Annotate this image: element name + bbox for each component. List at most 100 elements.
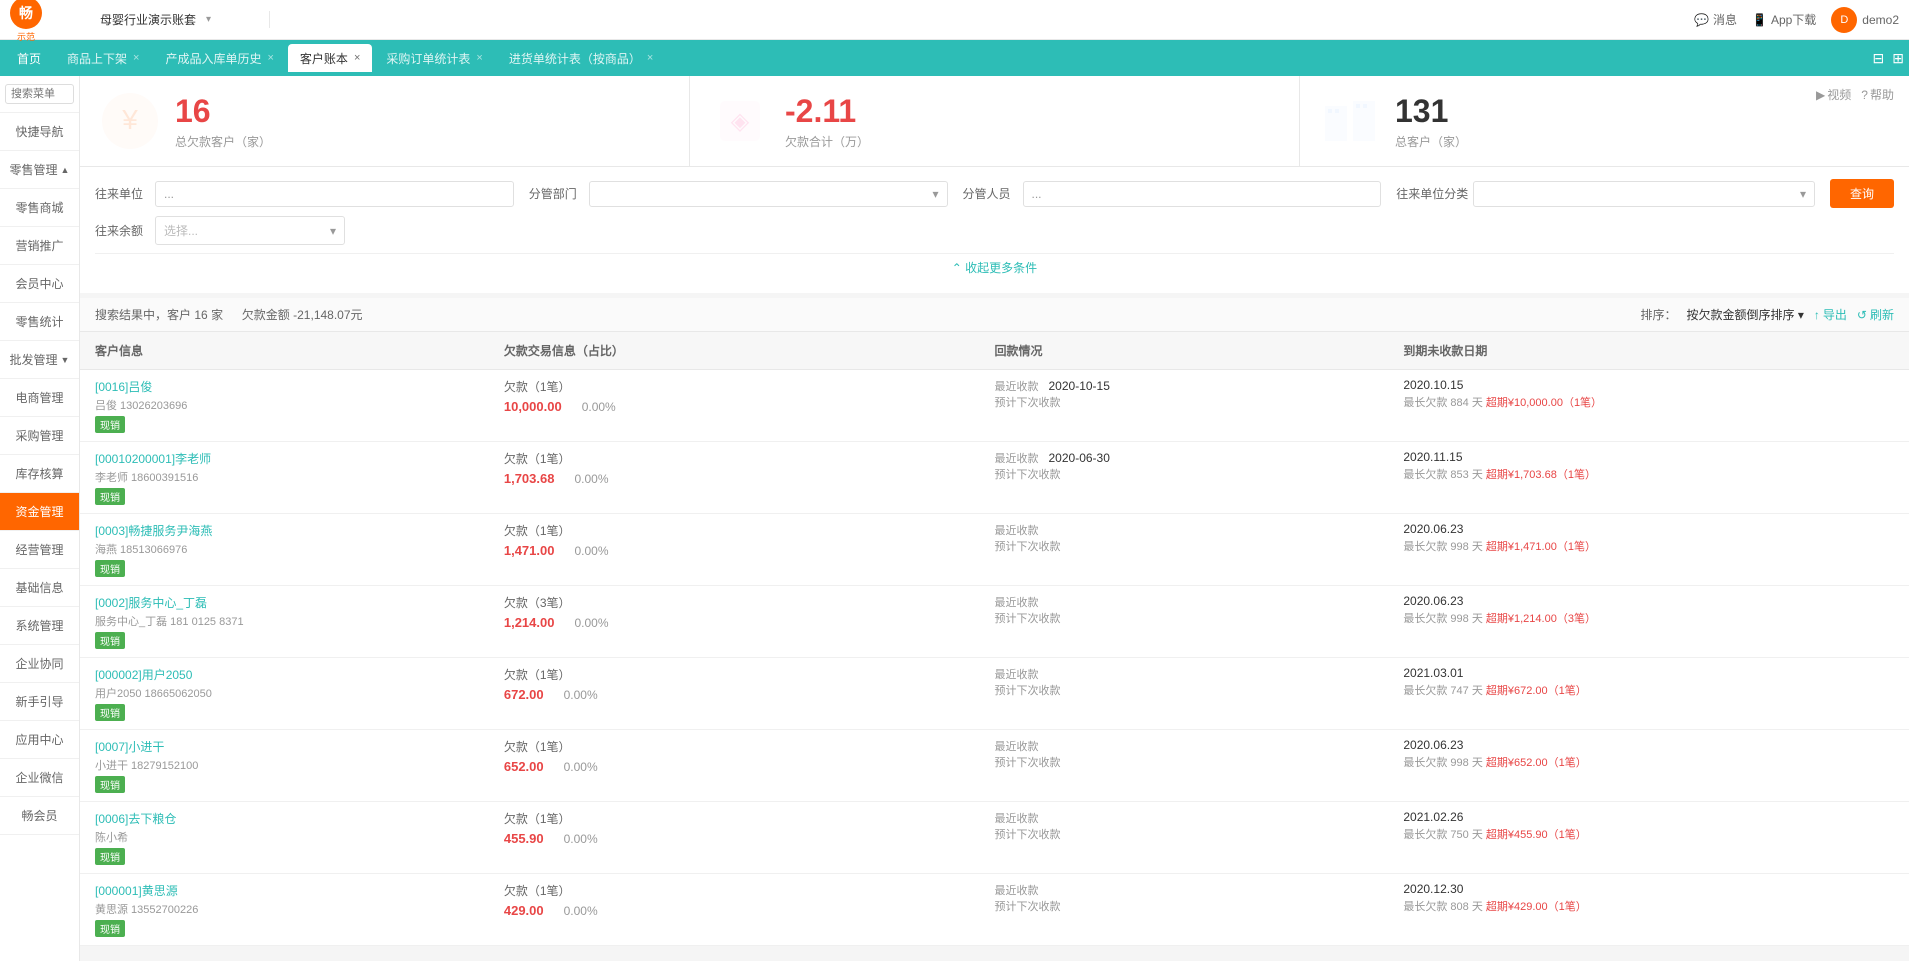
debt-info-yin: 欠款（1笔） 1,471.00 0.00%: [504, 522, 995, 558]
tab-purchase-order-close[interactable]: ×: [476, 52, 482, 64]
customer-info-lao: [00010200001]李老师 李老师 18600391516 现销: [95, 450, 504, 505]
overdue-link-0016[interactable]: 超期¥10,000.00（1笔）: [1486, 397, 1602, 409]
debt-ratio-lao: 0.00%: [574, 472, 608, 486]
tab-product-history-close[interactable]: ×: [267, 52, 273, 64]
table: 客户信息 欠款交易信息（占比） 回款情况 到期未收款日期 [0016]吕俊 吕俊…: [80, 332, 1909, 946]
filter-from-unit-input[interactable]: ...: [155, 181, 514, 207]
overdue-link-2050[interactable]: 超期¥672.00（1笔）: [1486, 685, 1587, 697]
sidebar-item-newbie[interactable]: 新手引导: [0, 683, 79, 721]
result-prefix: 搜索结果中，客户: [95, 308, 191, 322]
filter-department: 分管部门 ▾: [529, 181, 948, 207]
message-btn[interactable]: 💬 消息: [1694, 11, 1737, 28]
search-input[interactable]: [5, 84, 74, 104]
customer-name-jing[interactable]: [0007]小进干: [95, 738, 504, 755]
filter-manager: 分管人员 ...: [963, 181, 1382, 207]
sidebar-item-batch-mgmt[interactable]: 批发管理 ▼: [0, 341, 79, 379]
stat-total-customers: 131 总客户（家） ▶视频 ?帮助: [1300, 76, 1909, 166]
download-label: App下载: [1771, 11, 1816, 28]
sidebar-item-member[interactable]: 会员中心: [0, 265, 79, 303]
sidebar-item-marketing[interactable]: 营销推广: [0, 227, 79, 265]
sidebar-item-warehouse[interactable]: 库存核算: [0, 455, 79, 493]
overdue-detail-0016: 最长欠款 884 天 超期¥10,000.00（1笔）: [1403, 394, 1894, 410]
video-link[interactable]: ▶视频: [1816, 86, 1851, 103]
logo-subtext: 示范: [17, 30, 35, 43]
collapse-bar[interactable]: ⌃ 收起更多条件: [95, 253, 1894, 281]
sidebar-item-retail-mgmt[interactable]: 零售管理 ▲: [0, 151, 79, 189]
tab-customer-account-close[interactable]: ×: [354, 52, 360, 64]
stat-debt-amount-value: -2.11: [785, 93, 869, 130]
svg-text:◈: ◈: [731, 108, 750, 135]
sidebar-item-quick-nav[interactable]: 快捷导航: [0, 113, 79, 151]
repay-date-0016: 2020-10-15: [1049, 379, 1110, 393]
app-name: 母婴行业演示账套: [100, 11, 196, 28]
sidebar-item-ecommerce[interactable]: 电商管理: [0, 379, 79, 417]
export-btn[interactable]: ↑ 导出: [1814, 306, 1847, 323]
stat-debt-icon: ¥: [100, 91, 160, 151]
sidebar-search-container: [0, 76, 79, 113]
user-menu[interactable]: D demo2: [1831, 7, 1899, 33]
finance-label: 资金管理: [5, 503, 74, 520]
sidebar-item-enterprise-wx[interactable]: 企业微信: [0, 759, 79, 797]
sidebar-item-retail-stats[interactable]: 零售统计: [0, 303, 79, 341]
customer-name-2050[interactable]: [000002]用户2050: [95, 666, 504, 683]
sidebar-item-basic-info[interactable]: 基础信息: [0, 569, 79, 607]
overdue-link-huang[interactable]: 超期¥429.00（1笔）: [1486, 901, 1587, 913]
customer-name-chen[interactable]: [0006]去下粮仓: [95, 810, 504, 827]
filter-department-label: 分管部门: [529, 185, 584, 202]
overdue-link-ding[interactable]: 超期¥1,214.00（3笔）: [1486, 613, 1596, 625]
filter-area: 往来单位 ... 分管部门 ▾ 分管人员 ...: [80, 167, 1909, 293]
sidebar-item-system[interactable]: 系统管理: [0, 607, 79, 645]
debt-row-0016: 10,000.00 0.00%: [504, 399, 995, 414]
customer-name-lao[interactable]: [00010200001]李老师: [95, 450, 504, 467]
overdue-link-jing[interactable]: 超期¥652.00（1笔）: [1486, 757, 1587, 769]
filter-balance-select[interactable]: 选择... ▾: [155, 216, 345, 245]
sidebar-item-retail-mall[interactable]: 零售商城: [0, 189, 79, 227]
filter-department-select[interactable]: ▾: [589, 181, 948, 207]
customer-name-yin[interactable]: [0003]畅捷服务尹海燕: [95, 522, 504, 539]
sidebar-item-app-center[interactable]: 应用中心: [0, 721, 79, 759]
overdue-link-yin[interactable]: 超期¥1,471.00（1笔）: [1486, 541, 1596, 553]
customer-name-ding[interactable]: [0002]服务中心_丁磊: [95, 594, 504, 611]
filter-balance: 往来余额 选择... ▾: [95, 216, 345, 245]
tab-stock-stats-close[interactable]: ×: [647, 52, 653, 64]
tab-customer-account[interactable]: 客户账本 ×: [288, 44, 372, 72]
overdue-link-lao[interactable]: 超期¥1,703.68（1笔）: [1486, 469, 1596, 481]
debt-count-yin: 欠款（1笔）: [504, 522, 995, 539]
filter-unit-type-select[interactable]: ▾: [1473, 181, 1815, 207]
tab-product-history[interactable]: 产成品入库单历史 ×: [153, 44, 285, 72]
customer-tag-lao: 现销: [95, 488, 125, 505]
tab-purchase-order[interactable]: 采购订单统计表 ×: [374, 44, 494, 72]
tab-product-off[interactable]: 商品上下架 ×: [55, 44, 151, 72]
tab-collapse-icon[interactable]: ⊟: [1873, 50, 1885, 67]
sidebar-item-member-vip[interactable]: 畅会员: [0, 797, 79, 835]
tab-expand-icon[interactable]: ⊞: [1892, 50, 1904, 67]
sidebar-item-enterprise[interactable]: 企业协同: [0, 645, 79, 683]
help-link[interactable]: ?帮助: [1861, 86, 1894, 103]
sidebar-item-finance[interactable]: 资金管理: [0, 493, 79, 531]
customer-info-0016: [0016]吕俊 吕俊 13026203696 现销: [95, 378, 504, 433]
overdue-info-2050: 2021.03.01 最长欠款 747 天 超期¥672.00（1笔）: [1403, 666, 1894, 698]
overdue-link-chen[interactable]: 超期¥455.90（1笔）: [1486, 829, 1587, 841]
tab-bar: 首页 商品上下架 × 产成品入库单历史 × 客户账本 × 采购订单统计表 × 进…: [0, 40, 1909, 76]
app-download-btn[interactable]: 📱 App下载: [1752, 11, 1816, 28]
tab-product-off-close[interactable]: ×: [133, 52, 139, 64]
debt-info-0016: 欠款（1笔） 10,000.00 0.00%: [504, 378, 995, 414]
customer-name-huang[interactable]: [000001]黄思源: [95, 882, 504, 899]
sort-value[interactable]: 按欠款金额倒序排序 ▾: [1687, 306, 1804, 323]
result-debt-amount: -21,148.07元: [293, 308, 362, 322]
query-button[interactable]: 查询: [1830, 179, 1894, 208]
filter-manager-input[interactable]: ...: [1023, 181, 1382, 207]
app-selector[interactable]: 母婴行业演示账套 ▾: [90, 11, 270, 28]
refresh-btn[interactable]: ↺ 刷新: [1857, 306, 1894, 323]
message-label: 消息: [1713, 11, 1737, 28]
message-icon: 💬: [1694, 13, 1709, 27]
overdue-info-lao: 2020.11.15 最长欠款 853 天 超期¥1,703.68（1笔）: [1403, 450, 1894, 482]
sidebar-item-purchase[interactable]: 采购管理: [0, 417, 79, 455]
tab-home[interactable]: 首页: [5, 44, 53, 72]
customer-info-2050: [000002]用户2050 用户2050 18665062050 现销: [95, 666, 504, 721]
member-label: 会员中心: [5, 275, 74, 292]
sidebar-item-operations[interactable]: 经营管理: [0, 531, 79, 569]
customer-name-0016[interactable]: [0016]吕俊: [95, 378, 504, 395]
customer-tag-yin: 现销: [95, 560, 125, 577]
tab-stock-stats[interactable]: 进货单统计表（按商品） ×: [497, 44, 665, 72]
